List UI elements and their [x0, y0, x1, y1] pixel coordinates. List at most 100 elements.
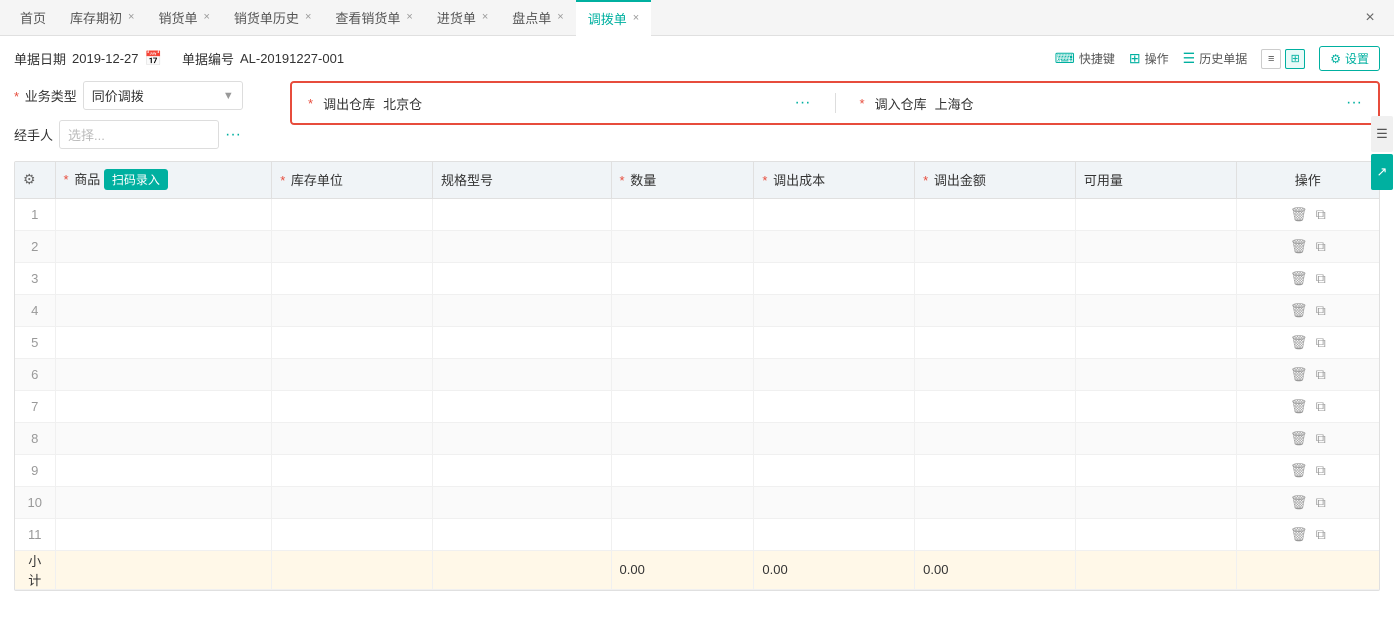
product-cell[interactable] [55, 230, 272, 262]
delete-icon[interactable]: 🗑 [1290, 430, 1308, 447]
history-button[interactable]: ☰ 历史单据 [1183, 50, 1248, 67]
unit-cell[interactable] [272, 198, 433, 230]
tab-sales-history[interactable]: 销货单历史 × [222, 0, 323, 36]
cost-cell[interactable] [754, 230, 915, 262]
qty-cell[interactable] [611, 262, 754, 294]
qty-cell[interactable] [611, 422, 754, 454]
product-cell[interactable] [55, 198, 272, 230]
tab-close-sales-order[interactable]: × [203, 12, 209, 23]
copy-icon[interactable]: ⧉ [1316, 366, 1326, 383]
product-cell[interactable] [55, 454, 272, 486]
qty-cell[interactable] [611, 198, 754, 230]
col-settings[interactable]: ⚙ [15, 162, 55, 198]
calendar-icon[interactable]: 📅 [145, 50, 162, 67]
cost-cell[interactable] [754, 390, 915, 422]
delete-icon[interactable]: 🗑 [1290, 462, 1308, 479]
cost-cell[interactable] [754, 326, 915, 358]
qty-cell[interactable] [611, 486, 754, 518]
amount-cell[interactable] [915, 422, 1076, 454]
tab-purchase-order[interactable]: 进货单 × [425, 0, 500, 36]
scan-button[interactable]: 扫码录入 [104, 169, 168, 190]
delete-icon[interactable]: 🗑 [1290, 526, 1308, 543]
product-cell[interactable] [55, 294, 272, 326]
copy-icon[interactable]: ⧉ [1316, 494, 1326, 511]
amount-cell[interactable] [915, 358, 1076, 390]
delete-icon[interactable]: 🗑 [1290, 270, 1308, 287]
amount-cell[interactable] [915, 454, 1076, 486]
unit-cell[interactable] [272, 486, 433, 518]
amount-cell[interactable] [915, 294, 1076, 326]
operations-button[interactable]: ⊞ 操作 [1129, 50, 1169, 67]
delete-icon[interactable]: 🗑 [1290, 206, 1308, 223]
unit-cell[interactable] [272, 294, 433, 326]
tab-view-sales[interactable]: 查看销货单 × [323, 0, 424, 36]
delete-icon[interactable]: 🗑 [1290, 398, 1308, 415]
tab-transfer-order[interactable]: 调拨单 × [576, 0, 651, 36]
tab-close-inventory-init[interactable]: × [128, 12, 134, 23]
spec-cell[interactable] [432, 358, 611, 390]
product-cell[interactable] [55, 390, 272, 422]
tab-inventory-count[interactable]: 盘点单 × [500, 0, 575, 36]
spec-cell[interactable] [432, 422, 611, 454]
product-cell[interactable] [55, 358, 272, 390]
tab-close-purchase-order[interactable]: × [482, 12, 488, 23]
unit-cell[interactable] [272, 326, 433, 358]
amount-cell[interactable] [915, 262, 1076, 294]
qty-cell[interactable] [611, 358, 754, 390]
delete-icon[interactable]: 🗑 [1290, 494, 1308, 511]
view-toggle-grid[interactable]: ⊞ [1285, 49, 1305, 69]
qty-cell[interactable] [611, 518, 754, 550]
spec-cell[interactable] [432, 230, 611, 262]
business-type-select[interactable]: 同价调拨 ▼ [83, 81, 243, 110]
warehouse-in-value[interactable]: 上海仓 [935, 94, 974, 113]
spec-cell[interactable] [432, 518, 611, 550]
copy-icon[interactable]: ⧉ [1316, 430, 1326, 447]
delete-icon[interactable]: 🗑 [1290, 366, 1308, 383]
unit-cell[interactable] [272, 230, 433, 262]
shortcuts-button[interactable]: ⌨ 快捷键 [1055, 50, 1115, 67]
tab-home[interactable]: 首页 [8, 0, 58, 36]
sidebar-list-tool[interactable]: ☰ [1371, 116, 1393, 152]
unit-cell[interactable] [272, 262, 433, 294]
tab-inventory-init[interactable]: 库存期初 × [58, 0, 146, 36]
view-toggle-list[interactable]: ≡ [1261, 49, 1281, 69]
tab-close-inventory-count[interactable]: × [557, 12, 563, 23]
unit-cell[interactable] [272, 518, 433, 550]
spec-cell[interactable] [432, 326, 611, 358]
cost-cell[interactable] [754, 262, 915, 294]
copy-icon[interactable]: ⧉ [1316, 206, 1326, 223]
handler-more-icon[interactable]: ··· [225, 127, 241, 143]
cost-cell[interactable] [754, 358, 915, 390]
amount-cell[interactable] [915, 198, 1076, 230]
qty-cell[interactable] [611, 294, 754, 326]
copy-icon[interactable]: ⧉ [1316, 238, 1326, 255]
cost-cell[interactable] [754, 198, 915, 230]
delete-icon[interactable]: 🗑 [1290, 334, 1308, 351]
unit-cell[interactable] [272, 454, 433, 486]
amount-cell[interactable] [915, 486, 1076, 518]
amount-cell[interactable] [915, 326, 1076, 358]
qty-cell[interactable] [611, 454, 754, 486]
copy-icon[interactable]: ⧉ [1316, 302, 1326, 319]
table-gear-icon[interactable]: ⚙ [23, 171, 36, 187]
spec-cell[interactable] [432, 390, 611, 422]
date-value[interactable]: 2019-12-27 [72, 51, 139, 66]
sidebar-export-tool[interactable]: ↗ [1371, 154, 1393, 190]
product-cell[interactable] [55, 262, 272, 294]
product-cell[interactable] [55, 486, 272, 518]
delete-icon[interactable]: 🗑 [1290, 302, 1308, 319]
copy-icon[interactable]: ⧉ [1316, 526, 1326, 543]
cost-cell[interactable] [754, 486, 915, 518]
delete-icon[interactable]: 🗑 [1290, 238, 1308, 255]
copy-icon[interactable]: ⧉ [1316, 270, 1326, 287]
copy-icon[interactable]: ⧉ [1316, 398, 1326, 415]
cost-cell[interactable] [754, 518, 915, 550]
qty-cell[interactable] [611, 326, 754, 358]
tab-sales-order[interactable]: 销货单 × [146, 0, 221, 36]
spec-cell[interactable] [432, 262, 611, 294]
copy-icon[interactable]: ⧉ [1316, 462, 1326, 479]
window-close-button[interactable]: × [1354, 0, 1386, 36]
warehouse-in-more-icon[interactable]: ··· [1346, 95, 1362, 111]
qty-cell[interactable] [611, 230, 754, 262]
table-scroll-area[interactable]: ⚙ * 商品 扫码录入 * 库存单位 规格型号 * [15, 162, 1379, 590]
